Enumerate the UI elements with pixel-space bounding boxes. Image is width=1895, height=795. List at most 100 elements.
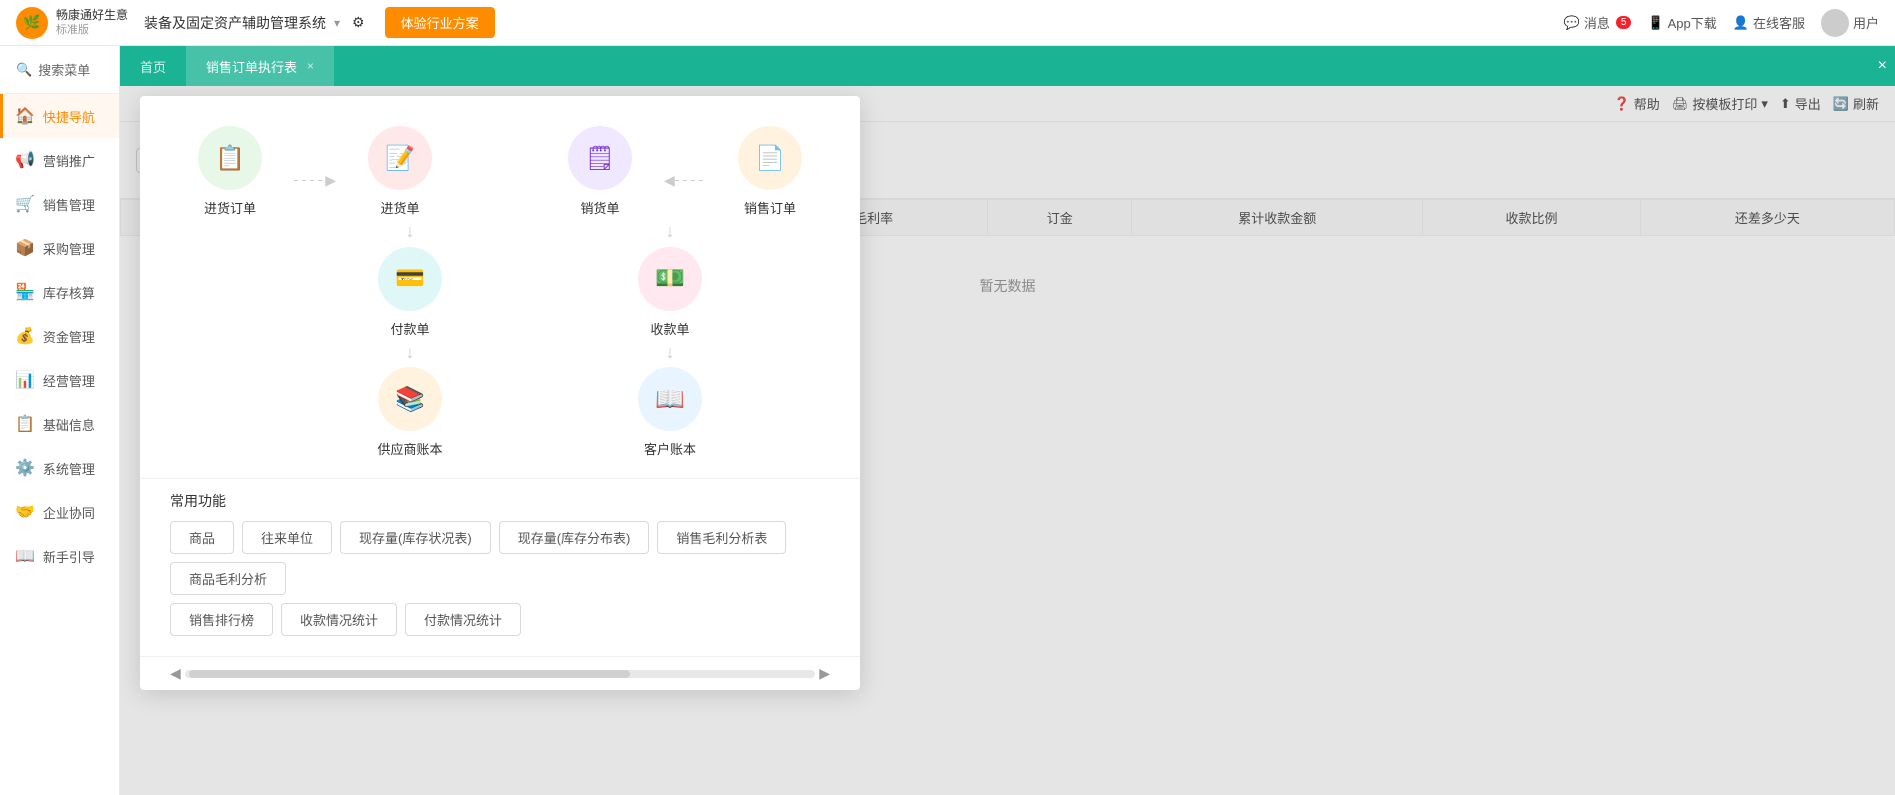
purchase-order-col: 📋 进货订单 [170, 126, 290, 217]
sidebar-item-newbie[interactable]: 📖 新手引导 [0, 534, 119, 578]
main-area: 首页 销售订单执行表 × × ❓ 帮助 🖨 按模板打印 ▾ ⬆ [120, 46, 1895, 795]
payment-bill-label: 付款单 [390, 319, 429, 338]
btn-payment-stats[interactable]: 付款情况统计 [405, 603, 521, 636]
receipt-bill-label: 收款单 [650, 319, 689, 338]
btn-product-gross[interactable]: 商品毛利分析 [170, 562, 286, 595]
sidebar-item-marketing[interactable]: 📢 营销推广 [0, 138, 119, 182]
purchase-order-icon[interactable]: 📋 [198, 126, 262, 190]
purchase-bill-node[interactable]: 📝 进货单 [340, 126, 460, 217]
purchase-bill-col: 📝 进货单 [340, 126, 460, 217]
app-download-button[interactable]: 📱 App下载 [1647, 13, 1716, 32]
operation-icon: 📊 [15, 370, 35, 390]
customer-ledger-icon[interactable]: 📖 [638, 367, 702, 431]
btn-stock-dist[interactable]: 现存量(库存分布表) [499, 521, 650, 554]
tab-sales-exec[interactable]: 销售订单执行表 × [186, 46, 334, 86]
common-functions-title: 常用功能 [170, 479, 830, 521]
arrow-purchase-to-bill: ▶ [290, 172, 340, 189]
system-title: 装备及固定资产辅助管理系统 ▾ ⚙ 体验行业方案 [144, 7, 1564, 38]
customer-ledger-label: 客户账本 [644, 439, 696, 458]
message-button[interactable]: 💬 消息 5 [1564, 13, 1632, 32]
sidebar-search-area[interactable]: 🔍 搜索菜单 [0, 46, 119, 94]
supplier-ledger-label: 供应商账本 [377, 439, 442, 458]
common-functions-section: 常用功能 商品 往来单位 现存量(库存状况表) 现存量(库存分布表) 销售毛利分… [140, 478, 860, 656]
online-service-button[interactable]: 👤 在线客服 [1733, 13, 1805, 32]
sales-bill-label: 销货单 [580, 198, 619, 217]
search-icon: 🔍 [16, 62, 32, 78]
sidebar-item-enterprise[interactable]: 🤝 企业协同 [0, 490, 119, 534]
purchase-bill-icon[interactable]: 📝 [368, 126, 432, 190]
scroll-right-button[interactable]: ▶ [819, 665, 830, 682]
scroll-left-button[interactable]: ◀ [170, 665, 181, 682]
settings-icon[interactable]: ⚙ [352, 14, 365, 31]
flow-section: 📋 进货订单 ▶ 📝 进货单 [140, 96, 860, 478]
btn-sales-gross[interactable]: 销售毛利分析表 [657, 521, 786, 554]
tab-bar-close-icon[interactable]: × [1878, 57, 1887, 75]
arrow-line [294, 180, 325, 181]
sales-order-icon[interactable]: 📄 [738, 126, 802, 190]
purchase-icon: 📦 [15, 238, 35, 258]
modal-overlay[interactable]: 📋 进货订单 ▶ 📝 进货单 [120, 86, 1895, 795]
btn-product[interactable]: 商品 [170, 521, 234, 554]
payment-bill-node[interactable]: 💳 付款单 [350, 247, 470, 338]
tab-bar: 首页 销售订单执行表 × × [120, 46, 1895, 86]
purchase-order-node: 📋 进货订单 [170, 126, 290, 217]
newbie-icon: 📖 [15, 546, 35, 566]
arrow-down-receipt: ↓ [666, 221, 675, 243]
search-menu-button[interactable]: 🔍 搜索菜单 [8, 56, 111, 83]
avatar-image [1821, 9, 1849, 37]
btn-receipt-stats[interactable]: 收款情况统计 [281, 603, 397, 636]
basic-icon: 📋 [15, 414, 35, 434]
experience-button[interactable]: 体验行业方案 [385, 7, 495, 38]
sidebar-item-stock[interactable]: 🏪 库存核算 [0, 270, 119, 314]
dropdown-arrow-icon[interactable]: ▾ [334, 16, 340, 30]
scrollbar-thumb[interactable] [189, 670, 630, 678]
payment-bill-icon[interactable]: 💳 [378, 247, 442, 311]
arrow-head-left: ◀ [664, 172, 675, 189]
home-icon: 🏠 [15, 106, 35, 126]
sales-order-node[interactable]: 📄 销售订单 [710, 126, 830, 217]
purchase-order-label: 进货订单 [204, 198, 256, 217]
arrow-line-2 [675, 180, 706, 181]
marketing-icon: 📢 [15, 150, 35, 170]
sidebar-item-system[interactable]: ⚙️ 系统管理 [0, 446, 119, 490]
supplier-ledger-node[interactable]: 📚 供应商账本 [350, 367, 470, 458]
tab-home[interactable]: 首页 [120, 46, 186, 86]
purchase-bill-label: 进货单 [380, 198, 419, 217]
sales-bill-col: 🗒 销货单 [540, 126, 660, 217]
sales-order-col: 📄 销售订单 [710, 126, 830, 217]
sales-bill-node[interactable]: 🗒 销货单 [540, 126, 660, 217]
content-area: ❓ 帮助 🖨 按模板打印 ▾ ⬆ 导出 🔄 刷新 [120, 86, 1895, 795]
common-buttons-row-1: 商品 往来单位 现存量(库存状况表) 现存量(库存分布表) 销售毛利分析表 商品… [170, 521, 830, 595]
sales-bill-icon[interactable]: 🗒 [568, 126, 632, 190]
scrollbar-row: ◀ ▶ [140, 656, 860, 690]
btn-contact[interactable]: 往来单位 [242, 521, 332, 554]
btn-stock-status[interactable]: 现存量(库存状况表) [340, 521, 491, 554]
tab-close-icon[interactable]: × [307, 59, 314, 73]
common-buttons-row-2: 销售排行榜 收款情况统计 付款情况统计 [170, 603, 830, 636]
sidebar-item-quick[interactable]: 🏠 快捷导航 [0, 94, 119, 138]
sidebar-item-sales[interactable]: 🛒 销售管理 [0, 182, 119, 226]
sidebar-item-purchase[interactable]: 📦 采购管理 [0, 226, 119, 270]
arrow-down-customer: ↓ [666, 342, 675, 364]
logo-icon: 🌿 [16, 7, 48, 39]
receipt-bill-node[interactable]: 💵 收款单 [610, 247, 730, 338]
system-icon: ⚙️ [15, 458, 35, 478]
sidebar-item-basic[interactable]: 📋 基础信息 [0, 402, 119, 446]
enterprise-icon: 🤝 [15, 502, 35, 522]
sidebar-item-finance[interactable]: 💰 资金管理 [0, 314, 119, 358]
btn-sales-ranking[interactable]: 销售排行榜 [170, 603, 273, 636]
arrow-down-supplier: ↓ [406, 342, 415, 364]
scrollbar-track[interactable] [185, 670, 815, 678]
customer-ledger-node[interactable]: 📖 客户账本 [610, 367, 730, 458]
message-icon: 💬 [1564, 15, 1580, 31]
supplier-ledger-icon[interactable]: 📚 [378, 367, 442, 431]
sidebar: 🔍 搜索菜单 🏠 快捷导航 📢 营销推广 🛒 销售管理 📦 采购管理 🏪 库存核… [0, 46, 120, 795]
receipt-bill-icon[interactable]: 💵 [638, 247, 702, 311]
top-right-area: 💬 消息 5 📱 App下载 👤 在线客服 用户 [1564, 9, 1879, 37]
arrow-sales-order-to-bill: ◀ [660, 172, 710, 189]
sales-order-label: 销售订单 [744, 198, 796, 217]
sidebar-item-operation[interactable]: 📊 经营管理 [0, 358, 119, 402]
logo-area: 🌿 畅康通好生意 标准版 [16, 7, 136, 39]
top-bar: 🌿 畅康通好生意 标准版 装备及固定资产辅助管理系统 ▾ ⚙ 体验行业方案 💬 … [0, 0, 1895, 46]
user-avatar[interactable]: 用户 [1821, 9, 1879, 37]
